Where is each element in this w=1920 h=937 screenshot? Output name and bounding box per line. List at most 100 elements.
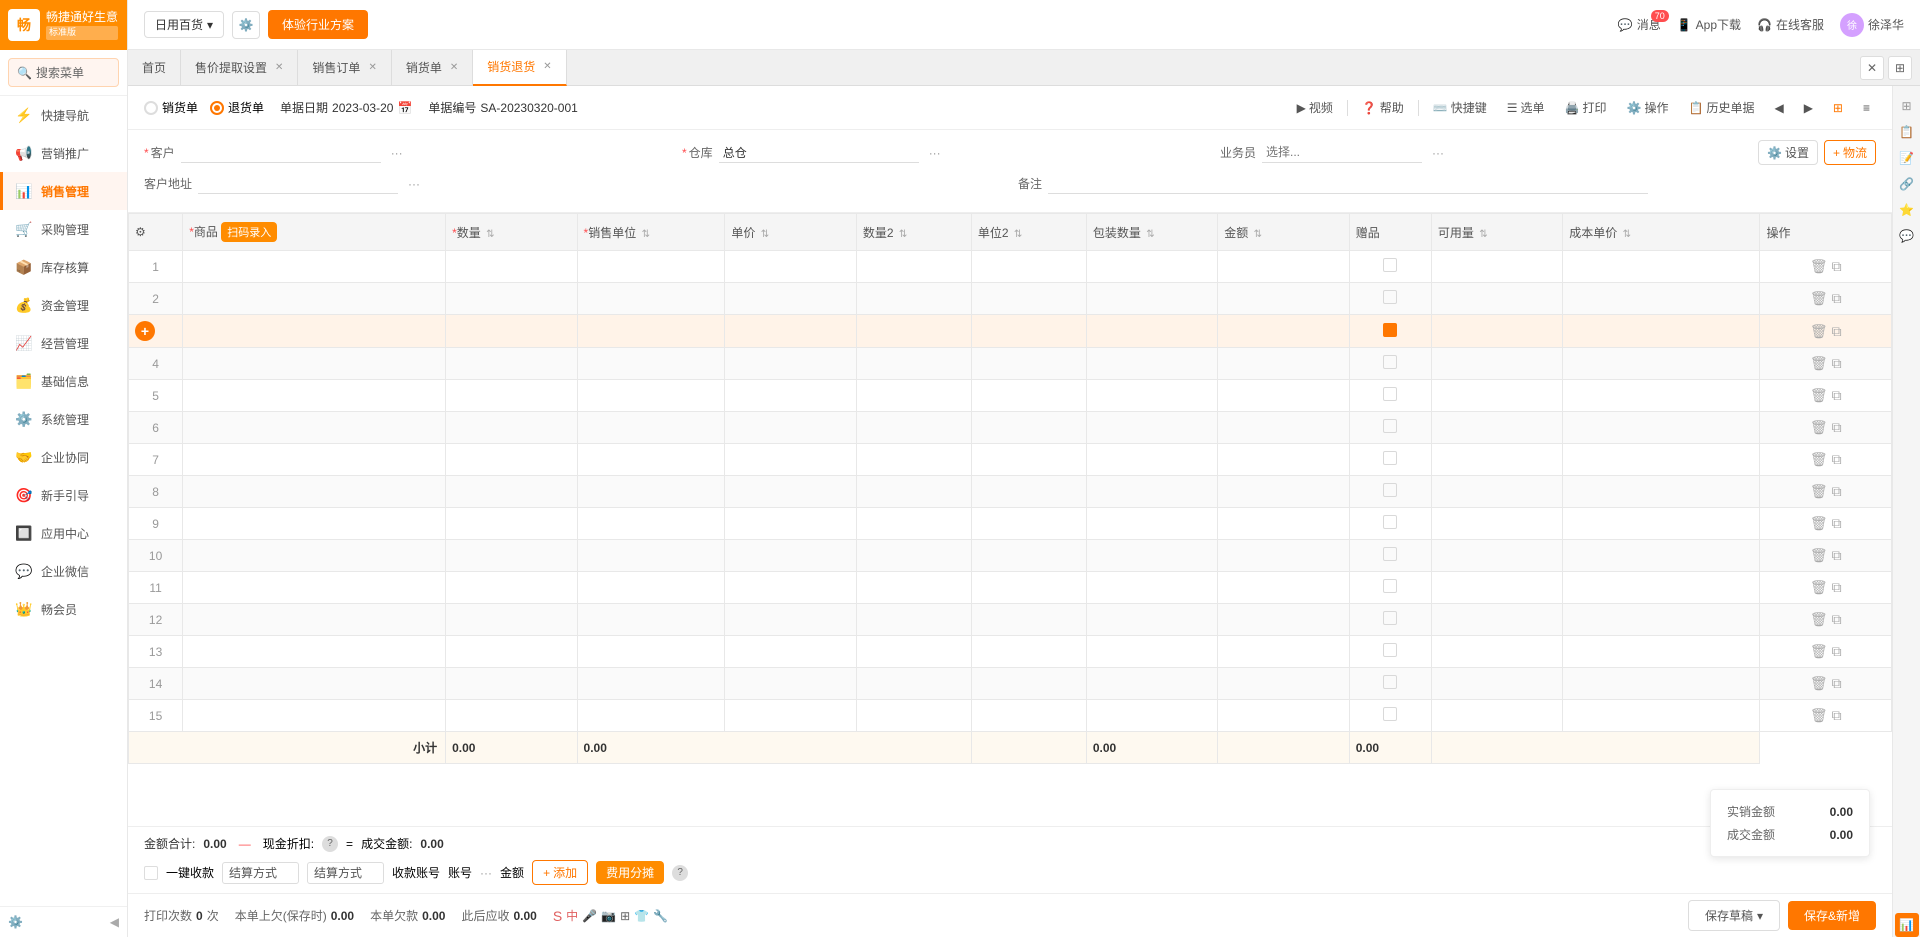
- customer-input[interactable]: [181, 142, 381, 163]
- copy-row-button[interactable]: ⧉: [1830, 451, 1844, 467]
- right-icon-1[interactable]: ⊞: [1895, 94, 1919, 118]
- sidebar-item-sales[interactable]: 📊 销售管理: [0, 172, 127, 210]
- message-button[interactable]: 💬 消息 70: [1618, 16, 1661, 33]
- sidebar-item-purchase[interactable]: 🛒 采购管理: [0, 210, 127, 248]
- tab-close-sales-bill[interactable]: ✕: [450, 62, 458, 73]
- gift-checkbox[interactable]: [1383, 258, 1397, 272]
- gift-checkbox[interactable]: [1383, 515, 1397, 529]
- sidebar-item-app-center[interactable]: 🔲 应用中心: [0, 514, 127, 552]
- address-select-btn[interactable]: ···: [404, 177, 424, 191]
- history-button[interactable]: 📋 历史单据: [1682, 96, 1760, 119]
- copy-row-button[interactable]: ⧉: [1830, 258, 1844, 274]
- summary-method-select[interactable]: 结算方式: [307, 862, 384, 884]
- tab-close-sales-order[interactable]: ✕: [368, 62, 376, 73]
- gift-checkbox[interactable]: [1383, 675, 1397, 689]
- add-payment-button[interactable]: + 添加: [532, 860, 588, 885]
- list-view-button[interactable]: ≡: [1857, 98, 1876, 118]
- gift-checkbox[interactable]: [1383, 323, 1397, 337]
- customer-select-btn[interactable]: ···: [387, 146, 407, 160]
- tab-close-price-settings[interactable]: ✕: [275, 62, 283, 73]
- sidebar-item-system[interactable]: ⚙️ 系统管理: [0, 400, 127, 438]
- tab-sales-bill[interactable]: 销货单 ✕: [392, 50, 473, 86]
- copy-row-button[interactable]: ⧉: [1830, 611, 1844, 627]
- salesperson-input[interactable]: [1262, 142, 1422, 163]
- table-scroll[interactable]: ⚙ *商品 扫码录入 *数量 ⇅: [128, 213, 1892, 826]
- sidebar-item-basic-info[interactable]: 🗂️ 基础信息: [0, 362, 127, 400]
- right-icon-2[interactable]: 📋: [1895, 120, 1919, 144]
- gift-checkbox[interactable]: [1383, 483, 1397, 497]
- gift-checkbox[interactable]: [1383, 643, 1397, 657]
- shortcut-button[interactable]: ⌨️ 快捷键: [1427, 96, 1493, 119]
- delete-row-button[interactable]: 🗑: [1808, 547, 1830, 563]
- print-button[interactable]: 🖨️ 打印: [1559, 96, 1613, 119]
- tab-sales-order[interactable]: 销售订单 ✕: [298, 50, 391, 86]
- discount-help-icon[interactable]: ?: [322, 836, 338, 852]
- expand-tabs-button[interactable]: ⊞: [1888, 56, 1912, 80]
- one-click-payment-checkbox[interactable]: [144, 866, 158, 880]
- sidebar-item-enterprise[interactable]: 🤝 企业协同: [0, 438, 127, 476]
- copy-row-button[interactable]: ⧉: [1830, 515, 1844, 531]
- delete-row-button[interactable]: 🗑: [1808, 515, 1830, 531]
- grid-view-button[interactable]: ⊞: [1827, 98, 1849, 118]
- sidebar-item-quick-nav[interactable]: ⚡ 快捷导航: [0, 96, 127, 134]
- delete-row-button[interactable]: 🗑: [1808, 419, 1830, 435]
- copy-row-button[interactable]: ⧉: [1830, 547, 1844, 563]
- delete-row-button[interactable]: 🗑: [1808, 675, 1830, 691]
- delete-row-button[interactable]: 🗑: [1808, 707, 1830, 723]
- salesperson-select-btn[interactable]: ···: [1428, 146, 1448, 160]
- copy-row-button[interactable]: ⧉: [1830, 419, 1844, 435]
- gift-checkbox[interactable]: [1383, 547, 1397, 561]
- sidebar-collapse-icon[interactable]: ◀: [110, 915, 119, 929]
- tab-home[interactable]: 首页: [128, 50, 181, 86]
- gift-checkbox[interactable]: [1383, 451, 1397, 465]
- copy-row-button[interactable]: ⧉: [1830, 483, 1844, 499]
- delete-row-button[interactable]: 🗑: [1808, 451, 1830, 467]
- scan-input-button[interactable]: 扫码录入: [221, 222, 277, 242]
- save-draft-button[interactable]: 保存草稿 ▾: [1688, 900, 1780, 931]
- sidebar-item-finance[interactable]: 💰 资金管理: [0, 286, 127, 324]
- copy-row-button[interactable]: ⧉: [1830, 579, 1844, 595]
- save-new-button[interactable]: 保存&新增: [1788, 901, 1876, 930]
- copy-row-button[interactable]: ⧉: [1830, 675, 1844, 691]
- delete-row-button[interactable]: 🗑: [1808, 387, 1830, 403]
- warehouse-input[interactable]: [719, 142, 919, 163]
- help-button[interactable]: ❓ 帮助: [1356, 96, 1410, 119]
- warehouse-select-btn[interactable]: ···: [925, 146, 945, 160]
- delete-row-button[interactable]: 🗑: [1808, 323, 1830, 339]
- calc-method-select[interactable]: 结算方式: [222, 862, 299, 884]
- right-icon-5[interactable]: ⭐: [1895, 198, 1919, 222]
- tab-price-settings[interactable]: 售价提取设置 ✕: [181, 50, 298, 86]
- sidebar-item-marketing[interactable]: 📢 营销推广: [0, 134, 127, 172]
- product-input[interactable]: [189, 324, 439, 338]
- gift-checkbox[interactable]: [1383, 611, 1397, 625]
- sidebar-item-guide[interactable]: 🎯 新手引导: [0, 476, 127, 514]
- gift-checkbox[interactable]: [1383, 355, 1397, 369]
- add-row-button[interactable]: +: [135, 321, 155, 341]
- gift-checkbox[interactable]: [1383, 387, 1397, 401]
- calendar-icon[interactable]: 📅: [397, 101, 412, 115]
- delete-row-button[interactable]: 🗑: [1808, 258, 1830, 274]
- delete-row-button[interactable]: 🗑: [1808, 483, 1830, 499]
- radio-return-bill[interactable]: 退货单: [210, 99, 264, 116]
- gift-checkbox[interactable]: [1383, 419, 1397, 433]
- gift-checkbox[interactable]: [1383, 290, 1397, 304]
- delete-row-button[interactable]: 🗑: [1808, 643, 1830, 659]
- right-icon-4[interactable]: 🔗: [1895, 172, 1919, 196]
- user-menu[interactable]: 徐 徐泽华: [1840, 13, 1904, 37]
- delete-row-button[interactable]: 🗑: [1808, 355, 1830, 371]
- sidebar-item-operation[interactable]: 📈 经营管理: [0, 324, 127, 362]
- nav-select[interactable]: 日用百货 ▾: [144, 11, 224, 38]
- expense-split-button[interactable]: 费用分摊: [596, 861, 664, 884]
- sidebar-settings-icon[interactable]: ⚙️: [8, 915, 23, 929]
- video-button[interactable]: ▶ 视频: [1291, 96, 1339, 119]
- copy-row-button[interactable]: ⧉: [1830, 387, 1844, 403]
- app-download-button[interactable]: 📱 App下载: [1677, 16, 1741, 33]
- select-button[interactable]: ☰ 选单: [1501, 96, 1551, 119]
- table-settings-icon[interactable]: ⚙: [135, 225, 146, 239]
- settings-field-button[interactable]: ⚙️ 设置: [1758, 140, 1818, 165]
- radio-sale-bill[interactable]: 销货单: [144, 99, 198, 116]
- account-select-btn[interactable]: ···: [480, 866, 492, 880]
- delete-row-button[interactable]: 🗑: [1808, 579, 1830, 595]
- right-icon-7[interactable]: 📊: [1895, 913, 1919, 937]
- sidebar-item-inventory[interactable]: 📦 库存核算: [0, 248, 127, 286]
